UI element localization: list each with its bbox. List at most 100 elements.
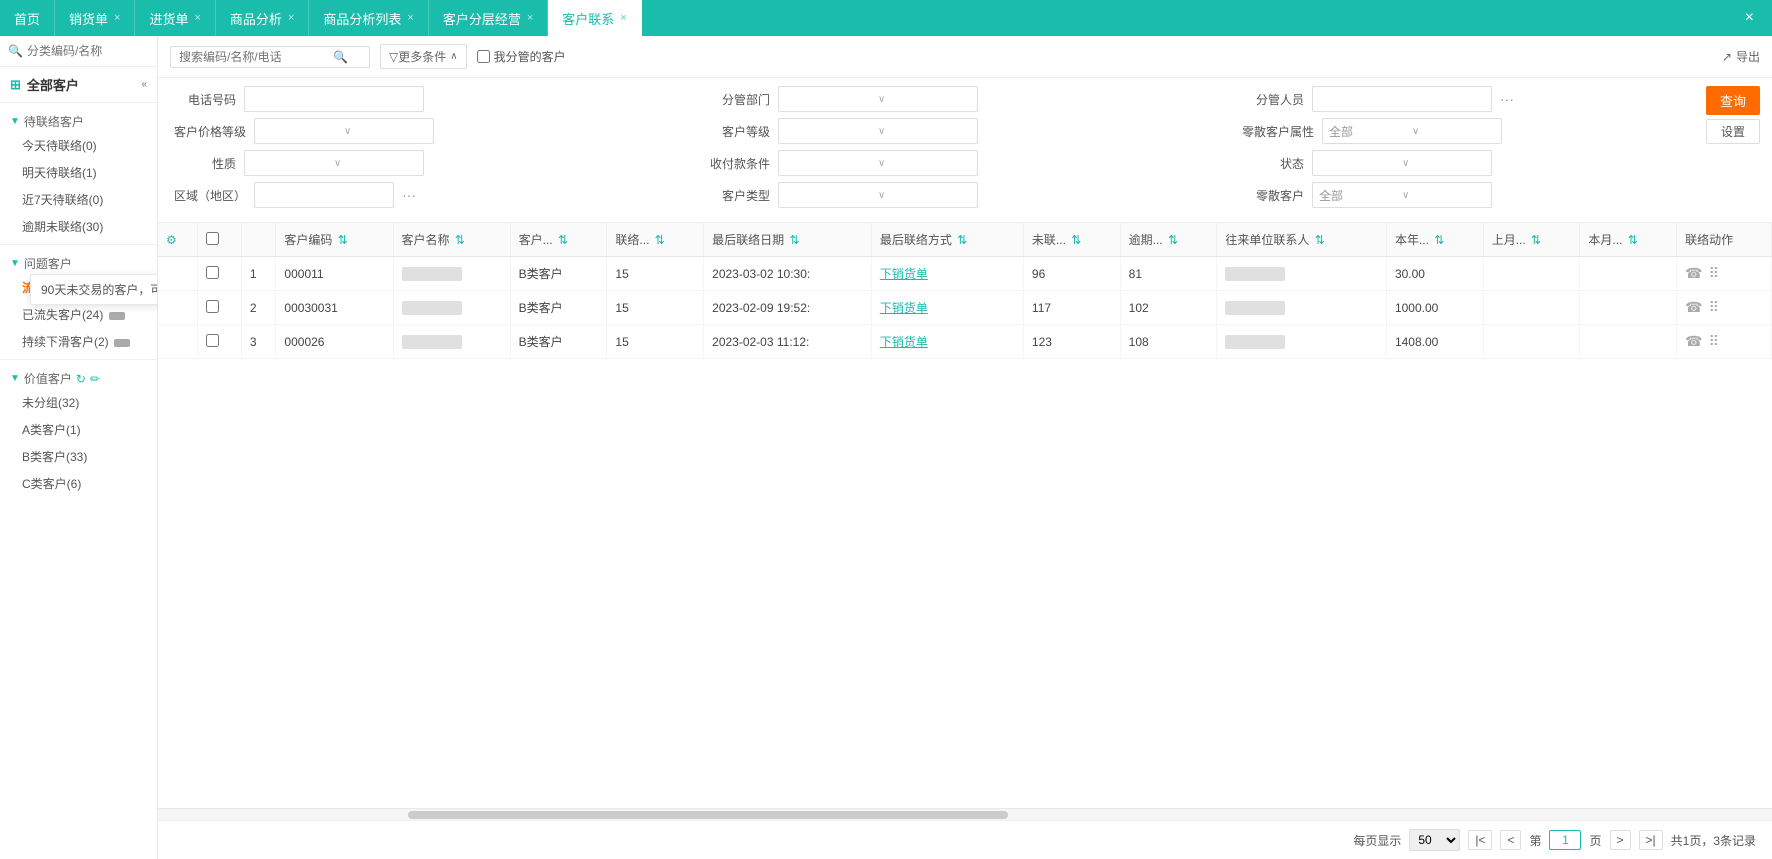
more-filter-btn[interactable]: ▽ 更多条件 ∧	[380, 44, 467, 69]
tab-purchase-close[interactable]: ×	[194, 12, 200, 24]
tab-product-analysis-close[interactable]: ×	[288, 12, 294, 24]
tab-home[interactable]: 首页	[0, 0, 55, 36]
filter-price-level-select[interactable]: ∨	[254, 118, 434, 144]
th-this-year[interactable]: 本年... ⇅	[1386, 223, 1483, 257]
method-link-0[interactable]: 下销货单	[880, 267, 928, 281]
tab-sales-close[interactable]: ×	[114, 12, 120, 24]
method-link-2[interactable]: 下销货单	[880, 335, 928, 349]
action-phone-2[interactable]: ☎	[1685, 333, 1702, 350]
cell-method-2[interactable]: 下销货单	[871, 325, 1023, 359]
th-checkbox[interactable]	[198, 223, 242, 257]
filter-dept-select[interactable]: ∨	[778, 86, 978, 112]
tab-customer-contact-close[interactable]: ×	[620, 12, 626, 24]
filter-region-more[interactable]: ···	[394, 187, 424, 203]
sidebar-item-today[interactable]: 今天待联络(0)	[0, 132, 157, 159]
th-overdue[interactable]: 逾期... ⇅	[1120, 223, 1217, 257]
row-checkbox-1[interactable]	[206, 300, 219, 313]
last-page-btn[interactable]: >|	[1639, 830, 1663, 850]
sidebar-item-declining[interactable]: 持续下滑客户(2)	[0, 328, 157, 355]
select-all-checkbox[interactable]	[206, 232, 219, 245]
sidebar-item-class-b[interactable]: B类客户(33)	[0, 443, 157, 470]
tab-product-analysis[interactable]: 商品分析 ×	[216, 0, 309, 36]
cell-settings-1	[158, 291, 198, 325]
filter-payment-select[interactable]: ∨	[778, 150, 978, 176]
search-btn[interactable]: 🔍	[333, 50, 348, 64]
my-customer-check[interactable]: 我分管的客户	[477, 48, 566, 65]
filter-status-select[interactable]: ∨	[1312, 150, 1492, 176]
sidebar-item-class-c[interactable]: C类客户(6)	[0, 470, 157, 497]
th-last-date[interactable]: 最后联络日期 ⇅	[704, 223, 872, 257]
filter-manager-more[interactable]: ···	[1492, 91, 1522, 107]
table-scroll-track[interactable]	[158, 808, 1772, 820]
cell-this-month-2	[1580, 325, 1677, 359]
action-more-0[interactable]: ⠿	[1709, 265, 1719, 282]
query-button[interactable]: 查询	[1706, 86, 1760, 115]
filter-customer-level-select[interactable]: ∨	[778, 118, 978, 144]
cell-checkbox-2[interactable]	[198, 325, 242, 359]
sidebar-item-overdue[interactable]: 逾期未联络(30)	[0, 213, 157, 240]
th-this-month[interactable]: 本月... ⇅	[1580, 223, 1677, 257]
filter-nature-select[interactable]: ∨	[244, 150, 424, 176]
sidebar-item-class-a[interactable]: A类客户(1)	[0, 416, 157, 443]
filter-customer-level-label: 客户等级	[708, 123, 778, 140]
cell-method-0[interactable]: 下销货单	[871, 257, 1023, 291]
sidebar-item-week[interactable]: 近7天待联络(0)	[0, 186, 157, 213]
export-btn[interactable]: ↗ 导出	[1722, 48, 1760, 65]
tab-customer-segment[interactable]: 客户分层经营 ×	[429, 0, 548, 36]
tab-customer-segment-close[interactable]: ×	[527, 12, 533, 24]
cell-checkbox-0[interactable]	[198, 257, 242, 291]
group-value-edit[interactable]: ✏	[90, 372, 100, 386]
row-checkbox-0[interactable]	[206, 266, 219, 279]
first-page-btn[interactable]: |<	[1468, 830, 1492, 850]
window-close-btn[interactable]: ×	[1737, 9, 1762, 27]
th-last-month[interactable]: 上月... ⇅	[1483, 223, 1580, 257]
tab-sales[interactable]: 销货单 ×	[55, 0, 135, 36]
th-uncontacted[interactable]: 未联... ⇅	[1023, 223, 1120, 257]
th-type[interactable]: 客户... ⇅	[510, 223, 607, 257]
th-last-method[interactable]: 最后联络方式 ⇅	[871, 223, 1023, 257]
tab-product-analysis-list[interactable]: 商品分析列表 ×	[309, 0, 428, 36]
next-page-btn[interactable]: >	[1610, 830, 1631, 850]
cell-checkbox-1[interactable]	[198, 291, 242, 325]
row-checkbox-2[interactable]	[206, 334, 219, 347]
sidebar-group-problem[interactable]: ▼ 问题客户	[0, 249, 157, 274]
filter-region-input[interactable]	[254, 182, 394, 208]
page-num-input[interactable]	[1549, 830, 1581, 850]
sidebar-search-input[interactable]	[27, 44, 149, 58]
action-phone-1[interactable]: ☎	[1685, 299, 1702, 316]
filter-manager-input[interactable]	[1312, 86, 1492, 112]
th-contact-person[interactable]: 往来单位联系人 ⇅	[1217, 223, 1387, 257]
filter-scatter-attr-select[interactable]: 全部 ∨	[1322, 118, 1502, 144]
th-contact[interactable]: 联络... ⇅	[607, 223, 704, 257]
method-link-1[interactable]: 下销货单	[880, 301, 928, 315]
group-value-refresh[interactable]: ↻	[76, 372, 86, 386]
sidebar-item-ungrouped[interactable]: 未分组(32)	[0, 389, 157, 416]
cell-code-2: 000026	[276, 325, 393, 359]
filter-phone-input[interactable]	[244, 86, 424, 112]
sidebar-item-tomorrow[interactable]: 明天待联络(1)	[0, 159, 157, 186]
action-more-2[interactable]: ⠿	[1709, 333, 1719, 350]
sidebar-all-customers[interactable]: ⊞ 全部客户 «	[0, 67, 157, 98]
prev-page-btn[interactable]: <	[1500, 830, 1521, 850]
action-more-1[interactable]: ⠿	[1709, 299, 1719, 316]
th-settings[interactable]: ⚙	[158, 223, 198, 257]
cell-method-1[interactable]: 下销货单	[871, 291, 1023, 325]
table-scroll-thumb[interactable]	[408, 811, 1008, 819]
group-value-arrow: ▼	[10, 373, 20, 384]
search-input[interactable]	[179, 50, 329, 64]
sidebar-item-churned[interactable]: 已流失客户(24)	[0, 301, 157, 328]
settings-button[interactable]: 设置	[1706, 119, 1760, 144]
filter-customer-type-select[interactable]: ∨	[778, 182, 978, 208]
tab-product-analysis-list-close[interactable]: ×	[407, 12, 413, 24]
tab-bar: 首页 销货单 × 进货单 × 商品分析 × 商品分析列表 × 客户分层经营 × …	[0, 0, 1772, 36]
filter-scatter-select[interactable]: 全部 ∨	[1312, 182, 1492, 208]
action-phone-0[interactable]: ☎	[1685, 265, 1702, 282]
th-code[interactable]: 客户编码 ⇅	[276, 223, 393, 257]
per-page-select[interactable]: 50 100 200	[1409, 829, 1460, 851]
sidebar-group-pending[interactable]: ▼ 待联络客户	[0, 107, 157, 132]
sidebar-group-value[interactable]: ▼ 价值客户 ↻ ✏	[0, 364, 157, 389]
tab-customer-contact[interactable]: 客户联系 ×	[548, 0, 641, 36]
my-customer-checkbox[interactable]	[477, 50, 490, 63]
tab-purchase[interactable]: 进货单 ×	[135, 0, 215, 36]
th-name[interactable]: 客户名称 ⇅	[393, 223, 510, 257]
